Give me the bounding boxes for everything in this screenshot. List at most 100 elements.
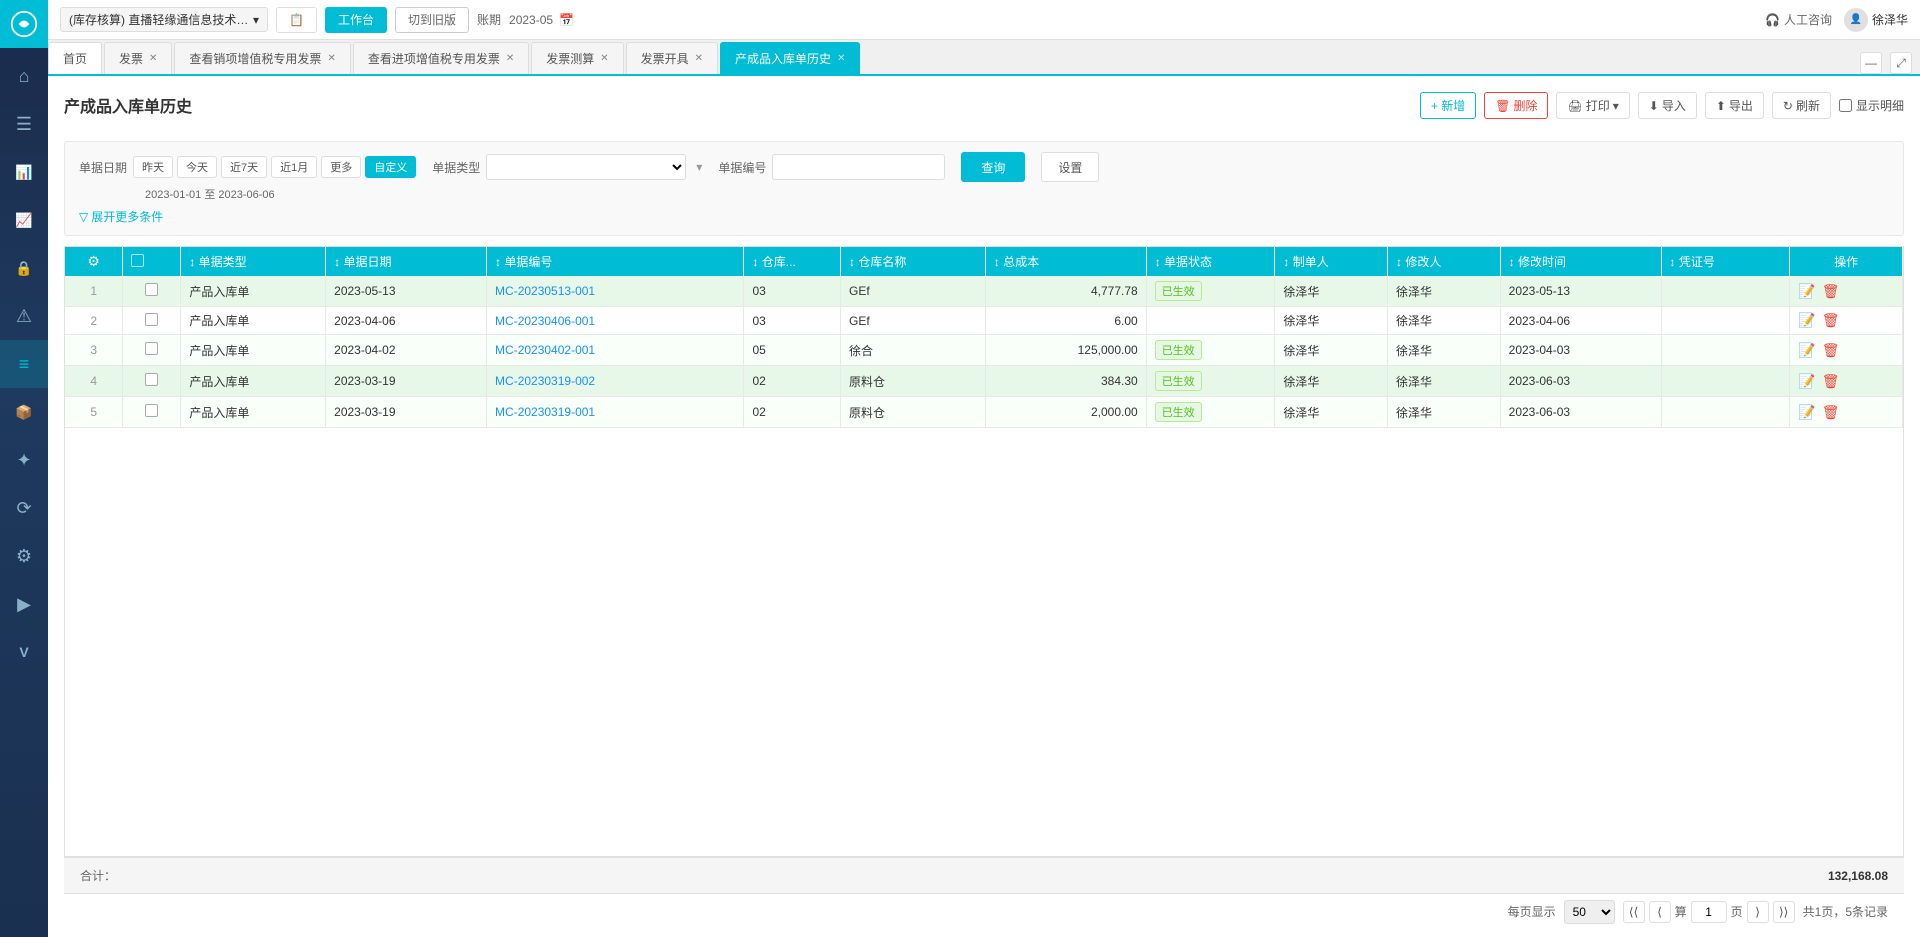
refresh-button[interactable]: ↻ 刷新 bbox=[1772, 92, 1831, 119]
type-select[interactable] bbox=[486, 154, 686, 180]
query-button[interactable]: 查询 bbox=[961, 152, 1025, 182]
sidebar-item-list[interactable]: ≡ bbox=[0, 340, 48, 388]
company-selector[interactable]: (库存核算) 直播轻缘通信息技术股份... ▾ bbox=[60, 7, 268, 32]
edit-icon-1[interactable]: 📝 bbox=[1798, 283, 1815, 300]
tab-open[interactable]: 发票开具 ✕ bbox=[626, 42, 718, 74]
row-cb-3[interactable] bbox=[123, 335, 181, 366]
expand-button[interactable]: ▽ 展开更多条件 bbox=[79, 208, 163, 225]
col-type-header[interactable]: ↕ 单据类型 bbox=[181, 247, 326, 276]
sidebar-item-v[interactable]: V bbox=[0, 628, 48, 676]
row-checkbox[interactable] bbox=[145, 313, 158, 326]
col-maker-header[interactable]: ↕ 制单人 bbox=[1275, 247, 1388, 276]
col-voucher-header[interactable]: ↕ 凭证号 bbox=[1661, 247, 1790, 276]
row-cb-1[interactable] bbox=[123, 276, 181, 307]
edit-icon-4[interactable]: 📝 bbox=[1798, 373, 1815, 390]
page-number-input[interactable] bbox=[1691, 901, 1727, 923]
tab-home[interactable]: 首页 bbox=[48, 42, 102, 74]
delete-icon-4[interactable]: 🗑 bbox=[1822, 373, 1840, 390]
sidebar-item-stamp[interactable]: ✦ bbox=[0, 436, 48, 484]
edit-icon-3[interactable]: 📝 bbox=[1798, 342, 1815, 359]
doc-link[interactable]: MC-20230402-001 bbox=[495, 343, 595, 357]
tab-input-vat-close[interactable]: ✕ bbox=[506, 53, 514, 64]
maximize-button[interactable]: ⤢ bbox=[1890, 52, 1912, 74]
app-logo[interactable] bbox=[0, 0, 48, 48]
switch-button[interactable]: 切到旧版 bbox=[395, 7, 469, 33]
tab-product-history-close[interactable]: ✕ bbox=[837, 53, 845, 64]
quick-more[interactable]: 更多 bbox=[321, 156, 361, 178]
row-num-link-1[interactable]: MC-20230513-001 bbox=[487, 276, 744, 307]
col-wh-header[interactable]: ↕ 仓库... bbox=[744, 247, 841, 276]
sidebar-item-sync[interactable]: ⟳ bbox=[0, 484, 48, 532]
prev-page-button[interactable]: ⟨ bbox=[1649, 901, 1671, 923]
first-page-button[interactable]: ⟨⟨ bbox=[1623, 901, 1645, 923]
set-button[interactable]: 设置 bbox=[1041, 152, 1099, 182]
tab-product-history[interactable]: 产成品入库单历史 ✕ bbox=[720, 42, 860, 74]
tab-sales-vat[interactable]: 查看销项增值税专用发票 ✕ bbox=[174, 42, 350, 74]
quick-7days[interactable]: 近7天 bbox=[221, 156, 267, 178]
tab-open-close[interactable]: ✕ bbox=[695, 53, 703, 64]
settings-gear-icon[interactable]: ⚙ bbox=[87, 253, 100, 269]
delete-icon-1[interactable]: 🗑 bbox=[1822, 283, 1840, 300]
row-checkbox[interactable] bbox=[145, 373, 158, 386]
tab-calc[interactable]: 发票测算 ✕ bbox=[531, 42, 623, 74]
quick-today[interactable]: 今天 bbox=[177, 156, 217, 178]
col-whname-header[interactable]: ↕ 仓库名称 bbox=[841, 247, 986, 276]
sidebar-item-chart[interactable]: 📈 bbox=[0, 196, 48, 244]
delete-button[interactable]: 🗑 删除 bbox=[1484, 92, 1548, 119]
minimize-button[interactable]: — bbox=[1860, 52, 1882, 74]
sidebar-item-product[interactable]: 📦 bbox=[0, 388, 48, 436]
export-button[interactable]: ⬆ 导出 bbox=[1705, 92, 1764, 119]
doc-link[interactable]: MC-20230319-001 bbox=[495, 405, 595, 419]
row-cb-5[interactable] bbox=[123, 397, 181, 428]
sidebar-item-doc[interactable]: ☰ bbox=[0, 100, 48, 148]
col-status-header[interactable]: ↕ 单据状态 bbox=[1146, 247, 1275, 276]
col-cost-header[interactable]: ↕ 总成本 bbox=[985, 247, 1146, 276]
row-cb-2[interactable] bbox=[123, 307, 181, 335]
delete-icon-3[interactable]: 🗑 bbox=[1822, 342, 1840, 359]
sidebar-item-warning[interactable]: ⚠ bbox=[0, 292, 48, 340]
quick-custom[interactable]: 自定义 bbox=[365, 156, 416, 178]
row-num-link-3[interactable]: MC-20230402-001 bbox=[487, 335, 744, 366]
tab-calc-close[interactable]: ✕ bbox=[600, 53, 608, 64]
delete-icon-5[interactable]: 🗑 bbox=[1822, 404, 1840, 421]
doc-link[interactable]: MC-20230513-001 bbox=[495, 284, 595, 298]
calendar-icon[interactable]: 📅 bbox=[559, 13, 574, 27]
detail-cb-input[interactable] bbox=[1839, 99, 1852, 112]
show-detail-checkbox[interactable]: 显示明细 bbox=[1839, 97, 1904, 114]
edit-icon-5[interactable]: 📝 bbox=[1798, 404, 1815, 421]
row-cb-4[interactable] bbox=[123, 366, 181, 397]
delete-icon-2[interactable]: 🗑 bbox=[1822, 312, 1840, 329]
num-input[interactable] bbox=[772, 154, 945, 180]
quick-yesterday[interactable]: 昨天 bbox=[133, 156, 173, 178]
sidebar-item-gear[interactable]: ⚙ bbox=[0, 532, 48, 580]
row-num-link-4[interactable]: MC-20230319-002 bbox=[487, 366, 744, 397]
col-num-header[interactable]: ↕ 单据编号 bbox=[487, 247, 744, 276]
row-checkbox[interactable] bbox=[145, 283, 158, 296]
row-num-link-2[interactable]: MC-20230406-001 bbox=[487, 307, 744, 335]
workbench-button[interactable]: 工作台 bbox=[325, 7, 387, 33]
col-date-header[interactable]: ↕ 单据日期 bbox=[326, 247, 487, 276]
user-info[interactable]: 👤 徐泽华 bbox=[1844, 8, 1908, 32]
row-checkbox[interactable] bbox=[145, 342, 158, 355]
col-settings-header[interactable]: ⚙ bbox=[65, 247, 123, 276]
edit-icon-2[interactable]: 📝 bbox=[1798, 312, 1815, 329]
service-button[interactable]: 🎧 人工咨询 bbox=[1765, 11, 1832, 28]
print-button[interactable]: 🖨 打印 ▾ bbox=[1556, 92, 1629, 119]
col-cb-header[interactable] bbox=[123, 247, 181, 276]
import-button[interactable]: ⬇ 导入 bbox=[1638, 92, 1697, 119]
sidebar-item-report[interactable]: 📊 bbox=[0, 148, 48, 196]
last-page-button[interactable]: ⟩⟩ bbox=[1773, 901, 1795, 923]
sidebar-item-play[interactable]: ▶ bbox=[0, 580, 48, 628]
row-num-link-5[interactable]: MC-20230319-001 bbox=[487, 397, 744, 428]
header-checkbox[interactable] bbox=[131, 254, 144, 267]
doc-link[interactable]: MC-20230406-001 bbox=[495, 314, 595, 328]
tab-sales-vat-close[interactable]: ✕ bbox=[327, 53, 335, 64]
col-modtime-header[interactable]: ↕ 修改时间 bbox=[1500, 247, 1661, 276]
doc-link[interactable]: MC-20230319-002 bbox=[495, 374, 595, 388]
new-button[interactable]: + 新增 bbox=[1420, 92, 1476, 119]
col-modifier-header[interactable]: ↕ 修改人 bbox=[1388, 247, 1501, 276]
quick-1month[interactable]: 近1月 bbox=[271, 156, 317, 178]
row-checkbox[interactable] bbox=[145, 404, 158, 417]
doc-icon-btn[interactable]: 📋 bbox=[276, 7, 317, 33]
page-size-select[interactable]: 50 20 100 200 bbox=[1564, 900, 1615, 924]
